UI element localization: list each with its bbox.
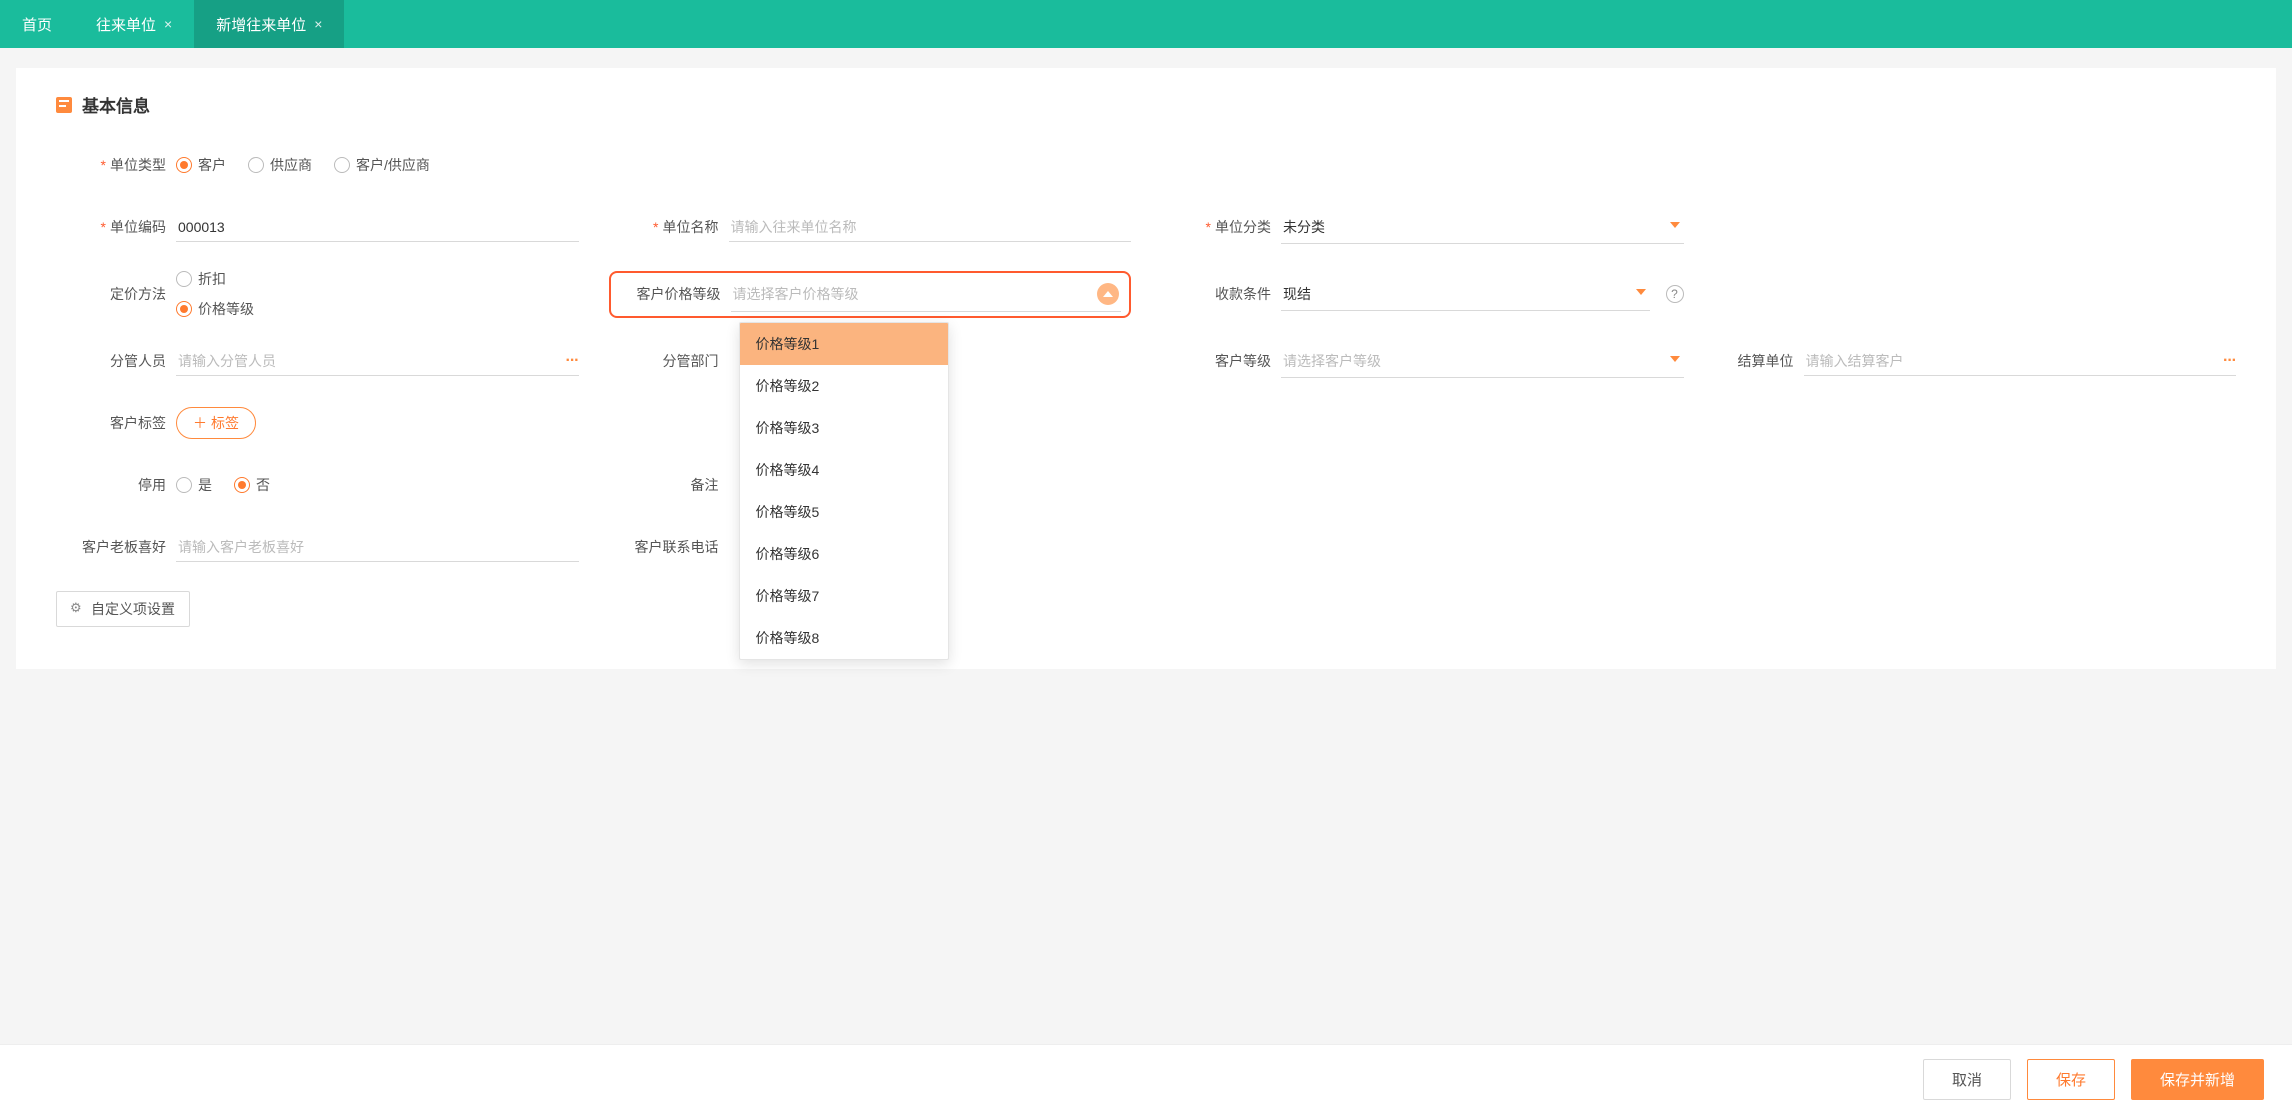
customer-level-select[interactable]: 请选择客户等级 [1281,345,1684,378]
radio-group-disabled: 是 否 [176,475,579,495]
required-mark: * [101,219,106,235]
price-level-option[interactable]: 价格等级2 [740,365,948,407]
radio-dot-icon [234,477,250,493]
field-unit-category: * 单位分类 未分类 [1161,207,1684,247]
chevron-down-icon [1668,220,1682,234]
label-pricing-method: 定价方法 [56,284,166,304]
field-customer-tag: 客户标签 ＋ 标签 [56,403,2236,443]
unit-code-input[interactable] [176,213,579,242]
radio-dot-icon [176,301,192,317]
price-level-option[interactable]: 价格等级7 [740,575,948,617]
label-customer-level: 客户等级 [1161,351,1271,371]
add-tag-button[interactable]: ＋ 标签 [176,407,256,439]
chevron-down-icon [1634,287,1648,301]
section-title-basic: 基本信息 [56,92,2236,117]
more-icon[interactable]: ··· [566,352,579,370]
chevron-down-icon [1668,354,1682,368]
footer-actions: 取消 保存 保存并新增 [0,1044,2292,1114]
price-level-option[interactable]: 价格等级5 [740,491,948,533]
label-unit-name: * 单位名称 [609,217,719,237]
tab-bar: 首页 往来单位 × 新增往来单位 × [0,0,2292,48]
tab-home[interactable]: 首页 [0,0,74,48]
field-settle-unit: 结算单位 ··· [1714,341,2237,381]
label-unit-type: * 单位类型 [56,155,166,175]
label-unit-code: * 单位编码 [56,217,166,237]
radio-price-level[interactable]: 价格等级 [176,299,579,319]
settle-unit-input[interactable] [1804,347,2218,375]
field-customer-level: 客户等级 请选择客户等级 [1161,341,1684,381]
tab-home-label: 首页 [22,14,52,35]
label-department: 分管部门 [609,351,719,371]
price-level-option[interactable]: 价格等级4 [740,449,948,491]
field-disabled: 停用 是 否 [56,465,579,505]
price-level-select[interactable]: 请选择客户价格等级 [731,277,1122,312]
field-boss-pref: 客户老板喜好 [56,527,579,567]
chevron-up-icon [1097,283,1119,305]
close-icon[interactable]: × [314,16,322,32]
radio-group-pricing: 折扣 价格等级 [176,269,579,319]
required-mark: * [101,157,106,173]
price-level-option[interactable]: 价格等级6 [740,533,948,575]
radio-dot-icon [176,477,192,493]
radio-customer[interactable]: 客户 [176,155,226,175]
form-page: 基本信息 * 单位类型 客户 供应商 客户/供应商 [16,68,2276,669]
label-contact-phone: 客户联系电话 [609,537,719,557]
field-unit-type: * 单位类型 客户 供应商 客户/供应商 [56,145,2236,185]
field-price-level-wrap: 客户价格等级 请选择客户价格等级 价格等级1 价格等级2 价格等级3 价格等级4… [609,269,1132,319]
radio-customer-supplier[interactable]: 客户/供应商 [334,155,430,175]
price-level-option[interactable]: 价格等级8 [740,617,948,659]
price-level-option[interactable]: 价格等级1 [740,323,948,365]
receipt-condition-select[interactable]: 现结 [1281,278,1650,311]
custom-fields-button[interactable]: 自定义项设置 [56,591,190,627]
section-title-text: 基本信息 [82,92,150,117]
field-custom-settings: 自定义项设置 [56,589,2236,629]
radio-dot-icon [176,157,192,173]
form-grid: * 单位类型 客户 供应商 客户/供应商 * [56,145,2236,629]
label-boss-pref: 客户老板喜好 [56,537,166,557]
tab-new-contact-label: 新增往来单位 [216,14,306,35]
price-level-option[interactable]: 价格等级3 [740,407,948,449]
assignee-input[interactable] [176,347,560,375]
label-disabled: 停用 [56,475,166,495]
save-button[interactable]: 保存 [2027,1059,2115,1100]
radio-dot-icon [248,157,264,173]
label-settle-unit: 结算单位 [1714,351,1794,371]
help-icon[interactable]: ? [1666,285,1684,303]
radio-dot-icon [176,271,192,287]
tab-new-contact[interactable]: 新增往来单位 × [194,0,344,48]
field-pricing-method: 定价方法 折扣 价格等级 [56,269,579,319]
label-remark: 备注 [609,475,719,495]
close-icon[interactable]: × [164,16,172,32]
radio-dot-icon [334,157,350,173]
radio-discount[interactable]: 折扣 [176,269,579,289]
save-and-new-button[interactable]: 保存并新增 [2131,1059,2264,1100]
required-mark: * [653,219,658,235]
radio-supplier[interactable]: 供应商 [248,155,312,175]
plus-icon: ＋ [193,413,207,433]
field-assignee: 分管人员 ··· [56,341,579,381]
tab-contacts-list-label: 往来单位 [96,14,156,35]
label-customer-tag: 客户标签 [56,413,166,433]
boss-pref-input[interactable] [176,533,579,562]
label-receipt-condition: 收款条件 [1161,284,1271,304]
field-unit-code: * 单位编码 [56,207,579,247]
gear-icon [71,602,85,616]
unit-name-input[interactable] [729,213,1132,242]
radio-group-unit-type: 客户 供应商 客户/供应商 [176,155,2236,175]
radio-disabled-yes[interactable]: 是 [176,475,212,495]
form-section-icon [56,97,72,113]
tab-contacts-list[interactable]: 往来单位 × [74,0,194,48]
more-icon[interactable]: ··· [2223,352,2236,370]
price-level-dropdown[interactable]: 价格等级1 价格等级2 价格等级3 价格等级4 价格等级5 价格等级6 价格等级… [739,322,949,660]
field-unit-name: * 单位名称 [609,207,1132,247]
label-unit-category: * 单位分类 [1161,217,1271,237]
field-receipt-condition: 收款条件 现结 ? [1161,269,1684,319]
label-price-level: 客户价格等级 [615,284,721,304]
cancel-button[interactable]: 取消 [1923,1059,2011,1100]
label-assignee: 分管人员 [56,351,166,371]
radio-disabled-no[interactable]: 否 [234,475,270,495]
required-mark: * [1206,219,1211,235]
field-price-level-highlight: 客户价格等级 请选择客户价格等级 价格等级1 价格等级2 价格等级3 价格等级4… [609,271,1132,318]
unit-category-select[interactable]: 未分类 [1281,211,1684,244]
